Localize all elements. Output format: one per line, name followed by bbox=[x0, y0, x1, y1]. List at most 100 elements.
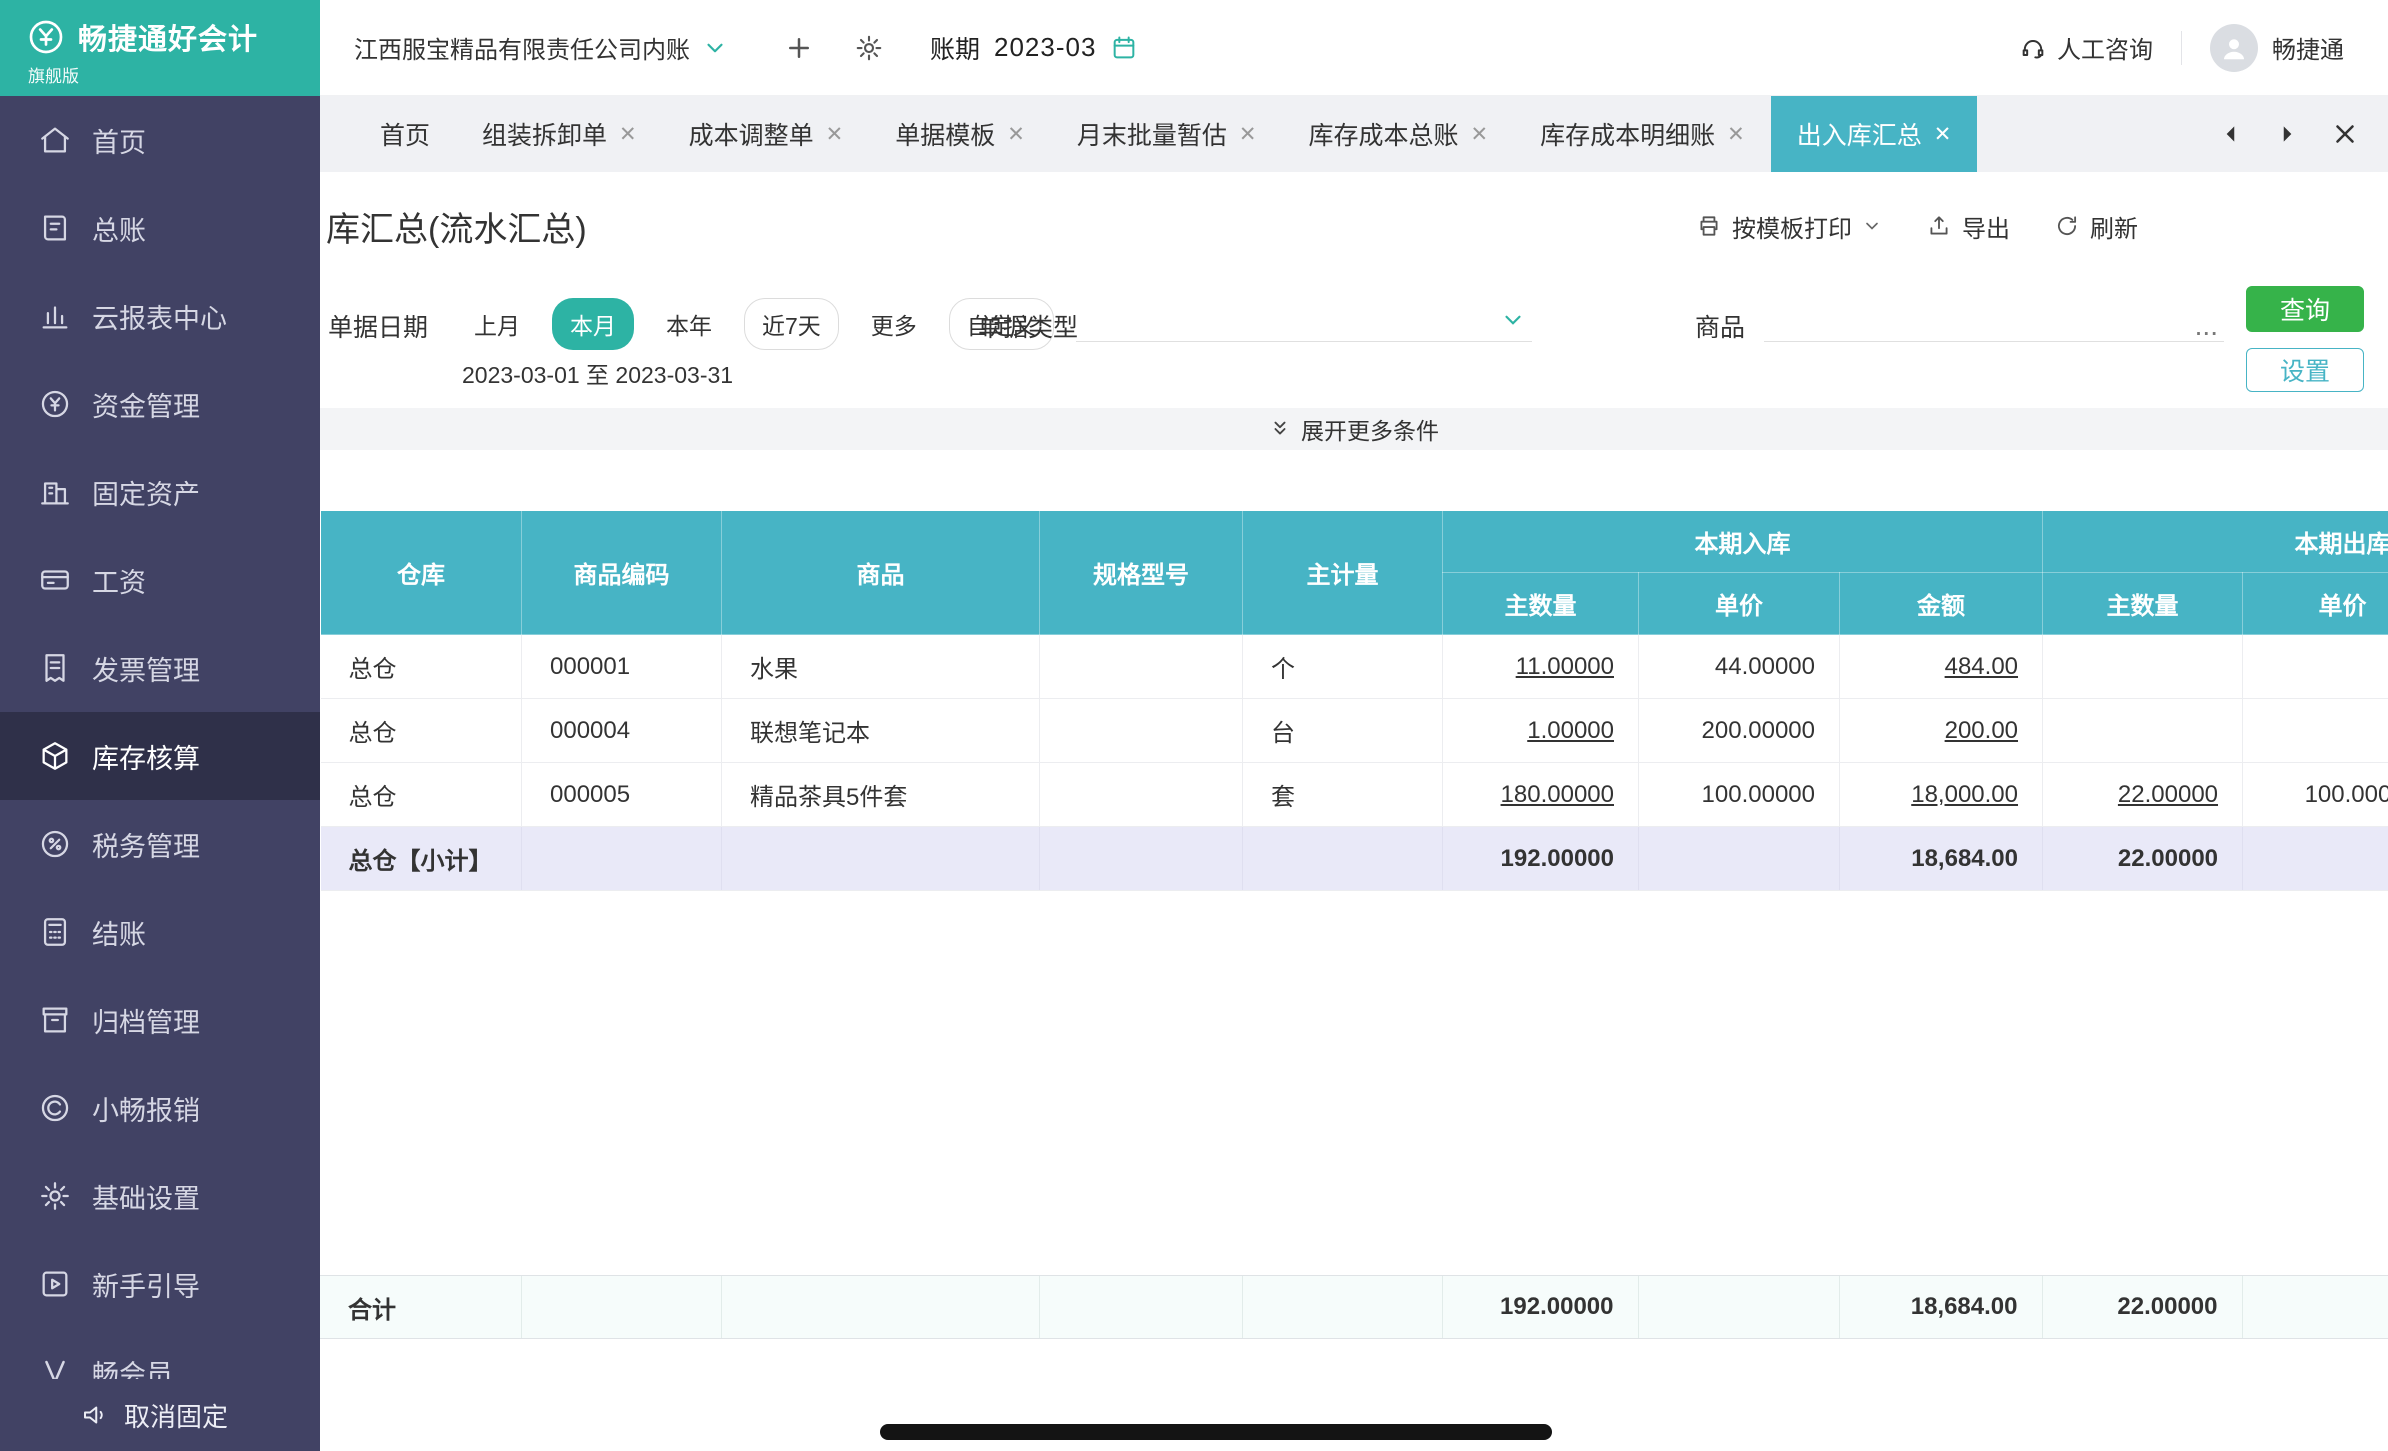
tab-in-out-summary[interactable]: 出入库汇总 ✕ bbox=[1770, 96, 1978, 172]
drill-down-link[interactable]: 484.00 bbox=[1839, 634, 2044, 699]
table-cell: 总仓 bbox=[320, 634, 522, 699]
table-cell: 联想笔记本 bbox=[721, 698, 1040, 763]
col-header: 商品编码 bbox=[521, 510, 722, 635]
table-cell: 总仓【小计】 bbox=[320, 826, 522, 891]
query-button[interactable]: 查询 bbox=[2246, 286, 2364, 332]
sidebar-item-fixed-assets[interactable]: 固定资产 bbox=[0, 448, 320, 536]
filter-settings-button[interactable]: 设置 bbox=[2246, 348, 2364, 392]
sidebar-item-label: 新手引导 bbox=[92, 1271, 200, 1302]
drill-down-link[interactable]: 1.00000 bbox=[1442, 698, 1639, 763]
tab-inventory-cost-detail[interactable]: 库存成本明细账 ✕ bbox=[1514, 96, 1771, 172]
drill-down-link[interactable]: 200.00 bbox=[1839, 698, 2044, 763]
sidebar-item-guide[interactable]: 新手引导 bbox=[0, 1240, 320, 1328]
unpin-sidebar-button[interactable]: 取消固定 bbox=[0, 1379, 320, 1451]
table-cell: 000001 bbox=[521, 634, 722, 699]
close-tab-icon[interactable]: ✕ bbox=[1239, 122, 1257, 147]
drill-down-link[interactable]: 11.00000 bbox=[1442, 634, 1639, 699]
brand-logo[interactable]: 畅捷通好会计 旗舰版 bbox=[0, 0, 320, 96]
close-all-tabs-icon[interactable] bbox=[2330, 119, 2360, 149]
person-icon bbox=[2224, 38, 2244, 59]
archive-box-icon bbox=[42, 1007, 68, 1033]
sidebar-item-home[interactable]: 首页 bbox=[0, 96, 320, 184]
sidebar-item-label: 结账 bbox=[92, 919, 146, 950]
drill-down-link[interactable]: 18,000.00 bbox=[1839, 762, 2044, 827]
sidebar-item-label: 工资 bbox=[92, 567, 146, 598]
tab-month-end-estimate[interactable]: 月末批量暂估 ✕ bbox=[1051, 96, 1283, 172]
sidebar-item-reimbursement[interactable]: 小畅报销 bbox=[0, 1064, 320, 1152]
date-option-this-month[interactable]: 本月 bbox=[552, 298, 634, 350]
page-content: 库汇总(流水汇总) 按模板打印 导出 刷新 单据日期 上月 本月 本年 近7天 … bbox=[320, 172, 2388, 1451]
close-tab-icon[interactable]: ✕ bbox=[1727, 122, 1745, 147]
sidebar-item-tax[interactable]: 税务管理 bbox=[0, 800, 320, 888]
date-quick-options: 上月 本月 本年 近7天 更多 自定义 bbox=[456, 298, 1054, 350]
calendar-icon[interactable] bbox=[1110, 34, 1138, 62]
table-cell bbox=[1039, 1276, 1243, 1338]
avatar[interactable] bbox=[2210, 23, 2258, 72]
tab-label: 出入库汇总 bbox=[1796, 122, 1922, 150]
refresh-button[interactable]: 刷新 bbox=[2054, 209, 2138, 244]
sub-header: 主数量 bbox=[1442, 572, 1639, 635]
close-tab-icon[interactable]: ✕ bbox=[1007, 122, 1025, 147]
tab-home[interactable]: 首页 bbox=[354, 96, 456, 172]
drill-down-link[interactable]: 22.00000 bbox=[2042, 762, 2244, 827]
date-option-last-7-days[interactable]: 近7天 bbox=[744, 298, 839, 350]
company-selector[interactable]: 江西服宝精品有限责任公司内账 bbox=[354, 30, 728, 65]
sidebar-item-inventory[interactable]: 库存核算 bbox=[0, 712, 320, 800]
support-button[interactable]: 人工咨询 bbox=[2019, 30, 2153, 65]
speaker-icon bbox=[84, 1406, 103, 1424]
sidebar-item-funds[interactable]: 资金管理 bbox=[0, 360, 320, 448]
add-button[interactable] bbox=[784, 33, 814, 63]
tab-assembly-order[interactable]: 组装拆卸单 ✕ bbox=[456, 96, 663, 172]
table-cell: 水果 bbox=[721, 634, 1040, 699]
expand-more-conditions[interactable]: 展开更多条件 bbox=[320, 408, 2388, 450]
sidebar-item-settings[interactable]: 基础设置 bbox=[0, 1152, 320, 1240]
tab-scroll-left-icon[interactable] bbox=[2218, 121, 2244, 147]
sidebar-item-general-ledger[interactable]: 总账 bbox=[0, 184, 320, 272]
tab-inventory-cost-ledger[interactable]: 库存成本总账 ✕ bbox=[1283, 96, 1515, 172]
expand-more-label: 展开更多条件 bbox=[1301, 418, 1439, 444]
sidebar-item-label: 发票管理 bbox=[92, 655, 200, 686]
total-body: 合计 192.00000 18,684.00 22.00000 bbox=[320, 1276, 2388, 1338]
date-option-last-month[interactable]: 上月 bbox=[456, 298, 538, 350]
filter-bar: 单据日期 上月 本月 本年 近7天 更多 自定义 2023-03-01 至 20… bbox=[320, 286, 2388, 404]
tab-label: 首页 bbox=[380, 122, 431, 150]
print-by-template-button[interactable]: 按模板打印 bbox=[1696, 209, 1882, 244]
date-option-this-year[interactable]: 本年 bbox=[648, 298, 730, 350]
sidebar-item-cloud-reports[interactable]: 云报表中心 bbox=[0, 272, 320, 360]
date-option-more[interactable]: 更多 bbox=[853, 298, 935, 350]
plus-icon bbox=[789, 37, 809, 58]
table-cell bbox=[521, 826, 722, 891]
drill-down-link[interactable]: 180.00000 bbox=[1442, 762, 1639, 827]
col-header: 规格型号 bbox=[1039, 510, 1243, 635]
gear-icon bbox=[856, 35, 882, 60]
table-cell: 200.00000 bbox=[1638, 698, 1840, 763]
table-cell bbox=[2042, 698, 2244, 763]
tab-scroll-right-icon[interactable] bbox=[2274, 121, 2300, 147]
product-input[interactable]: ... bbox=[1764, 296, 2224, 342]
close-tab-icon[interactable]: ✕ bbox=[1471, 122, 1489, 147]
calculator-icon bbox=[43, 918, 67, 946]
sidebar-item-payroll[interactable]: 工资 bbox=[0, 536, 320, 624]
tab-cost-adjustment[interactable]: 成本调整单 ✕ bbox=[663, 96, 870, 172]
export-button[interactable]: 导出 bbox=[1926, 209, 2010, 244]
tab-doc-template[interactable]: 单据模板 ✕ bbox=[869, 96, 1051, 172]
sidebar-item-label: 云报表中心 bbox=[92, 303, 227, 334]
settings-gear-button[interactable] bbox=[854, 33, 884, 63]
table-cell bbox=[1039, 698, 1243, 763]
close-tab-icon[interactable]: ✕ bbox=[826, 122, 844, 147]
sidebar-item-closing[interactable]: 结账 bbox=[0, 888, 320, 976]
sidebar-item-archive[interactable]: 归档管理 bbox=[0, 976, 320, 1064]
col-header: 商品 bbox=[721, 510, 1040, 635]
user-name[interactable]: 畅捷通 bbox=[2272, 30, 2344, 65]
tab-label: 库存成本明细账 bbox=[1540, 122, 1716, 150]
close-tab-icon[interactable]: ✕ bbox=[1934, 122, 1952, 147]
period-value[interactable]: 2023-03 bbox=[994, 32, 1096, 63]
support-label: 人工咨询 bbox=[2057, 37, 2153, 64]
sidebar-item-invoices[interactable]: 发票管理 bbox=[0, 624, 320, 712]
close-tab-icon[interactable]: ✕ bbox=[619, 122, 637, 147]
tab-label: 单据模板 bbox=[895, 122, 996, 150]
doc-type-select[interactable] bbox=[1076, 296, 1532, 342]
ellipsis-icon[interactable]: ... bbox=[2195, 312, 2218, 340]
group-header-inbound: 本期入库 bbox=[1441, 510, 2044, 573]
horizontal-scrollbar[interactable] bbox=[880, 1424, 1552, 1440]
